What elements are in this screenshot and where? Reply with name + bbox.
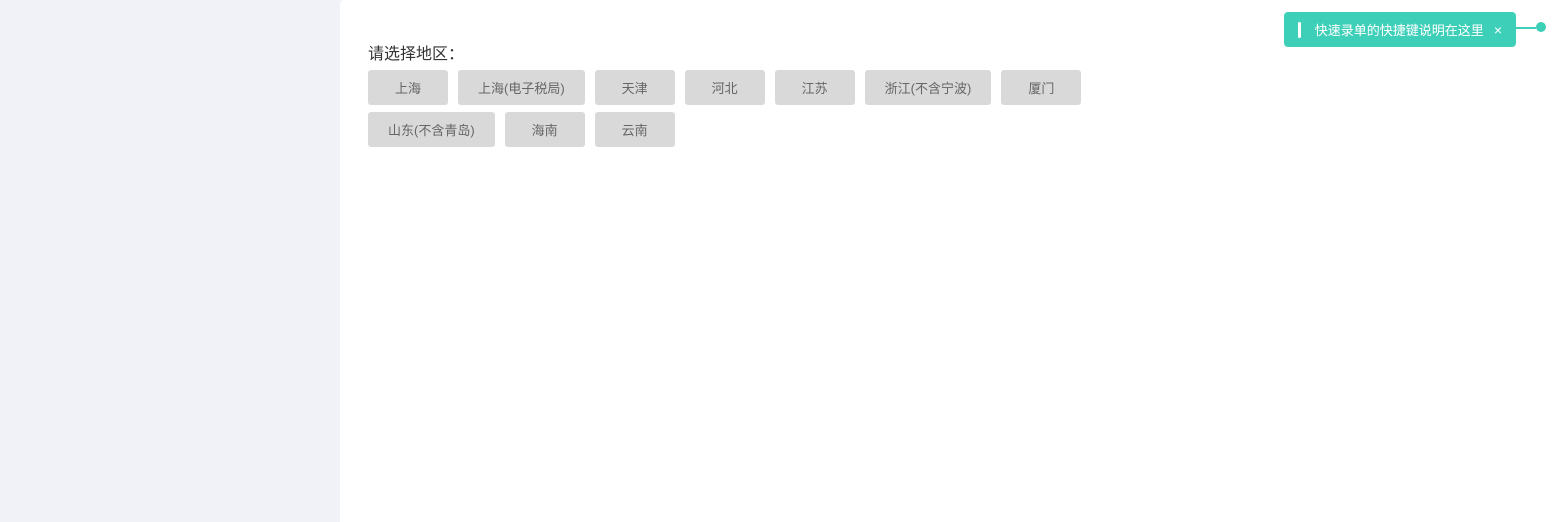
tooltip-text: 快速录单的快捷键说明在这里 [1315, 20, 1484, 39]
region-btn-jiangsu[interactable]: 江苏 [775, 70, 855, 105]
tooltip-dot [1536, 22, 1546, 32]
page-label: 请选择地区： [368, 40, 464, 64]
region-btn-shandong[interactable]: 山东(不含青岛) [368, 112, 495, 147]
region-btn-tianjin[interactable]: 天津 [595, 70, 675, 105]
main-content: 请选择地区： 上海上海(电子税局) 天津河北江苏浙江(不含宁波) 厦门 山东(不含青… [340, 0, 1562, 522]
region-btn-hainan[interactable]: 海南 [505, 112, 585, 147]
region-btn-hebei[interactable]: 河北 [685, 70, 765, 105]
region-btn-yunnan[interactable]: 云南 [595, 112, 675, 147]
tooltip-line [1516, 27, 1536, 29]
tooltip-close-button[interactable]: × [1494, 23, 1502, 37]
region-buttons-row1: 上海上海(电子税局) 天津河北江苏浙江(不含宁波) 厦门 [368, 70, 1081, 105]
region-btn-zhejiang[interactable]: 浙江(不含宁波) [865, 70, 992, 105]
region-buttons-row2: 山东(不含青岛) 海南云南 [368, 112, 675, 147]
region-btn-xiamen[interactable]: 厦门 [1001, 70, 1081, 105]
tooltip-banner: 快速录单的快捷键说明在这里 × [1284, 12, 1516, 47]
region-btn-shanghai-etax[interactable]: 上海(电子税局) [458, 70, 585, 105]
region-btn-shanghai[interactable]: 上海 [368, 70, 448, 105]
sidebar [0, 0, 340, 522]
